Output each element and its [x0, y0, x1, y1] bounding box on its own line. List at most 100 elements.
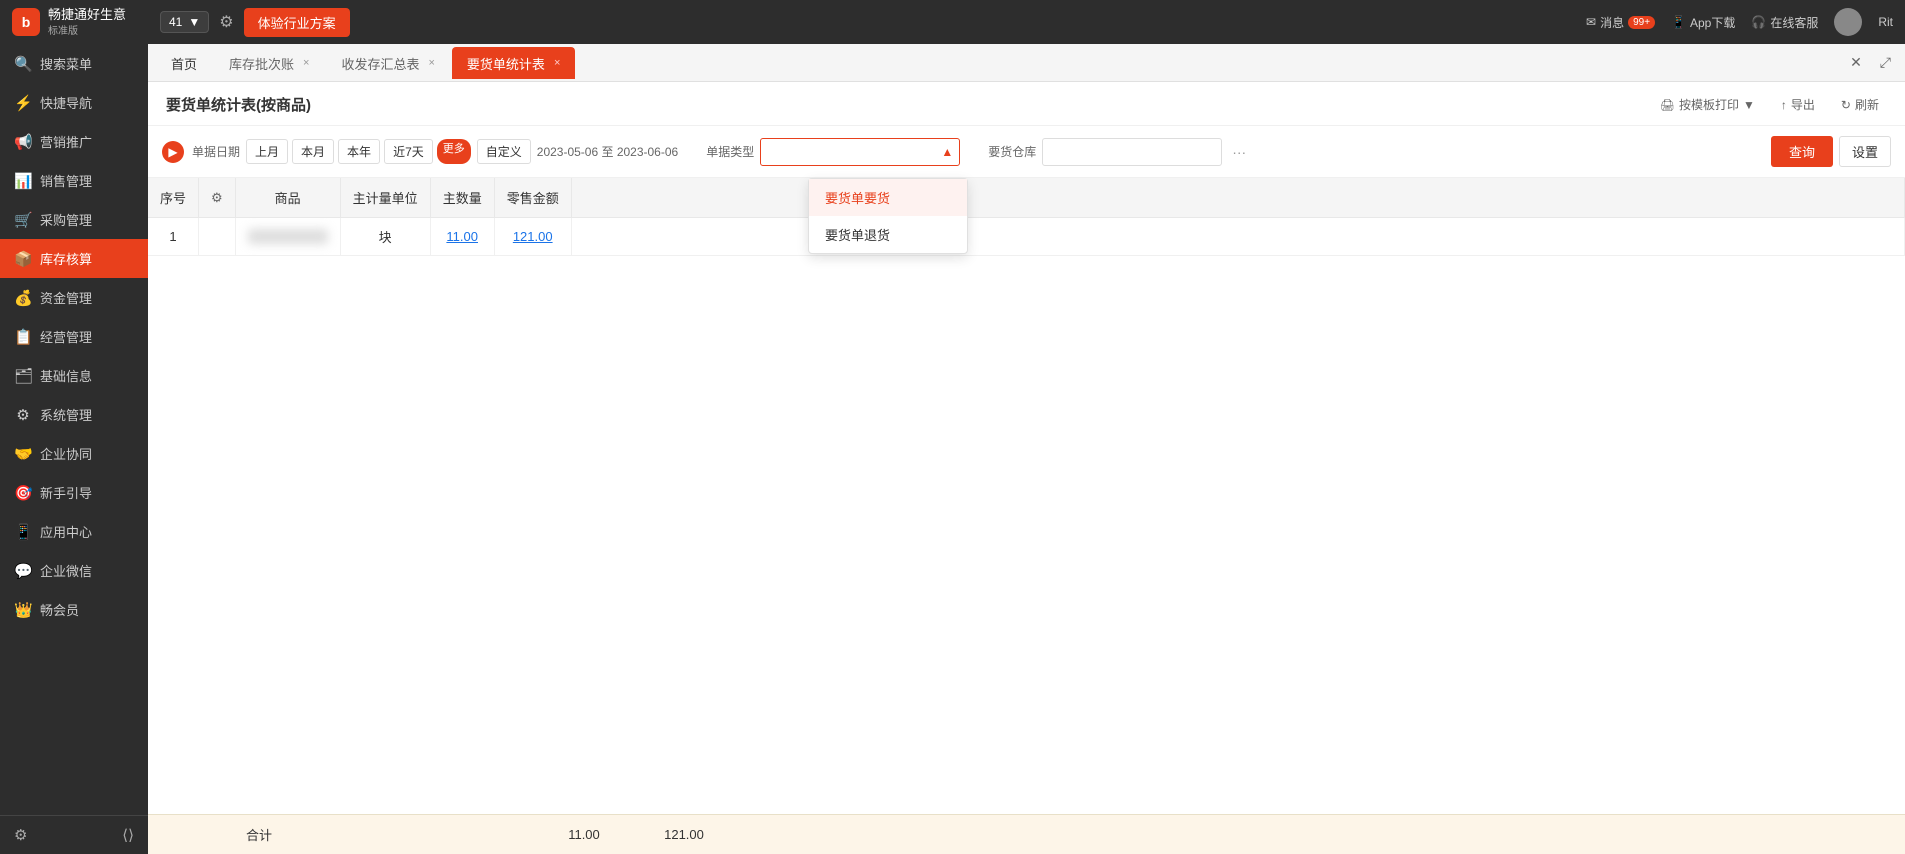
- print-icon: 🖨: [1660, 98, 1675, 112]
- query-button[interactable]: 查询: [1771, 136, 1833, 167]
- filter-expand-btn[interactable]: ▶: [162, 141, 184, 163]
- sidebar-label-inventory: 库存核算: [40, 249, 92, 268]
- guide-icon: 🎯: [14, 484, 32, 502]
- footer-amount: 121.00: [664, 827, 704, 842]
- cell-index: 1: [148, 218, 199, 256]
- sidebar-label-search: 搜索菜单: [40, 54, 92, 73]
- date-more-badge[interactable]: 更多: [437, 139, 471, 164]
- tab-order-summary[interactable]: 要货单统计表 ×: [452, 47, 575, 79]
- cell-settings: [199, 218, 236, 256]
- trial-button[interactable]: 体验行业方案: [244, 8, 350, 37]
- sidebar-item-wechat[interactable]: 💬 企业微信: [0, 551, 148, 590]
- warehouse-more-icon[interactable]: ···: [1232, 144, 1246, 160]
- sidebar-item-coop[interactable]: 🤝 企业协同: [0, 434, 148, 473]
- sidebar-item-vip[interactable]: 👑 畅会员: [0, 590, 148, 629]
- tab-home[interactable]: 首页: [156, 47, 212, 79]
- sidebar-item-marketing[interactable]: 📢 营销推广: [0, 122, 148, 161]
- warehouse-input[interactable]: [1042, 138, 1222, 166]
- dropdown-item-return[interactable]: 要货单退货: [809, 216, 967, 253]
- footer-label: 合计: [246, 828, 272, 843]
- date-btn-this-year[interactable]: 本年: [338, 139, 380, 164]
- data-table: 序号 ⚙ 商品 主计量单位 主数量 零售金额 1: [148, 178, 1905, 256]
- sidebar-item-basic[interactable]: 🗂 基础信息: [0, 356, 148, 395]
- sidebar-item-guide[interactable]: 🎯 新手引导: [0, 473, 148, 512]
- print-chevron-icon: ▼: [1743, 98, 1755, 112]
- tab-recv-summary-close[interactable]: ×: [428, 57, 434, 69]
- th-settings[interactable]: ⚙: [199, 178, 236, 218]
- sidebar-item-purchase[interactable]: 🛒 采购管理: [0, 200, 148, 239]
- export-btn[interactable]: ↑ 导出: [1773, 92, 1823, 117]
- sidebar-item-apps[interactable]: 📱 应用中心: [0, 512, 148, 551]
- tab-inventory-batch[interactable]: 库存批次账 ×: [214, 47, 324, 79]
- refresh-label: 刷新: [1855, 96, 1879, 113]
- cell-qty[interactable]: 11.00: [430, 218, 494, 256]
- export-icon: ↑: [1781, 98, 1787, 112]
- th-index: 序号: [148, 178, 199, 218]
- type-select-arrow-icon[interactable]: ▲: [935, 145, 959, 159]
- dropdown-item-order[interactable]: 要货单要货: [809, 179, 967, 216]
- tab-order-summary-close[interactable]: ×: [554, 57, 560, 69]
- online-service-btn[interactable]: 🎧 在线客服: [1751, 14, 1818, 31]
- sidebar-item-system[interactable]: ⚙ 系统管理: [0, 395, 148, 434]
- shortcut-icon: ⚡: [14, 94, 32, 112]
- date-btn-7days[interactable]: 近7天: [384, 139, 433, 164]
- cell-empty: [571, 218, 1904, 256]
- app-logo: b: [12, 8, 40, 36]
- username: Rit: [1878, 15, 1893, 29]
- date-btn-custom[interactable]: 自定义: [477, 139, 531, 164]
- date-btn-this-month[interactable]: 本月: [292, 139, 334, 164]
- sidebar-bottom: ⚙ ⟨⟩: [0, 815, 148, 854]
- date-filter-label: 单据日期: [192, 143, 240, 160]
- sidebar-item-shortcut[interactable]: ⚡ 快捷导航: [0, 83, 148, 122]
- cell-amount[interactable]: 121.00: [494, 218, 571, 256]
- tab-expand-icon[interactable]: ⤢: [1874, 51, 1897, 74]
- cell-product: ████████: [235, 218, 340, 256]
- refresh-icon: ↻: [1841, 98, 1851, 112]
- sidebar-item-search[interactable]: 🔍 搜索菜单: [0, 44, 148, 83]
- sidebar-label-system: 系统管理: [40, 405, 92, 424]
- sidebar-label-operation: 经营管理: [40, 327, 92, 346]
- marketing-icon: 📢: [14, 133, 32, 151]
- tab-recv-summary[interactable]: 收发存汇总表 ×: [326, 47, 449, 79]
- app-download-btn[interactable]: 📱 App下载: [1671, 14, 1735, 31]
- type-filter-label: 单据类型: [706, 143, 754, 160]
- th-product: 商品: [235, 178, 340, 218]
- sidebar-item-operation[interactable]: 📋 经营管理: [0, 317, 148, 356]
- refresh-btn[interactable]: ↻ 刷新: [1833, 92, 1887, 117]
- sidebar-label-coop: 企业协同: [40, 444, 92, 463]
- message-btn[interactable]: ✉ 消息 99+: [1586, 14, 1655, 31]
- sidebar-item-finance[interactable]: 💰 资金管理: [0, 278, 148, 317]
- warehouse-filter-group: 要货仓库 ···: [988, 138, 1246, 166]
- tab-inventory-batch-close[interactable]: ×: [303, 57, 309, 69]
- th-empty: [571, 178, 1904, 218]
- footer-qty: 11.00: [568, 827, 600, 842]
- basic-icon: 🗂: [14, 367, 32, 385]
- sidebar-label-apps: 应用中心: [40, 522, 92, 541]
- coop-icon: 🤝: [14, 445, 32, 463]
- vip-icon: 👑: [14, 601, 32, 619]
- date-buttons: 上月 本月 本年 近7天 更多: [246, 139, 471, 164]
- sidebar-collapse-icon[interactable]: ⟨⟩: [122, 826, 134, 844]
- settings-icon[interactable]: ⚙: [219, 12, 233, 32]
- type-select-input[interactable]: [761, 145, 935, 159]
- tab-bar-right: ✕ ⤢: [1844, 51, 1897, 74]
- tab-recv-summary-label: 收发存汇总表: [341, 54, 419, 73]
- avatar[interactable]: [1834, 8, 1862, 36]
- tab-close-all-icon[interactable]: ✕: [1844, 51, 1868, 74]
- date-btn-last-month[interactable]: 上月: [246, 139, 288, 164]
- page-content: 要货单统计表(按商品) 🖨 按模板打印 ▼ ↑ 导出 ↻ 刷新: [148, 82, 1905, 854]
- top-right: ✉ 消息 99+ 📱 App下载 🎧 在线客服 Rit: [1586, 8, 1893, 36]
- sidebar-label-finance: 资金管理: [40, 288, 92, 307]
- th-amount: 零售金额: [494, 178, 571, 218]
- filter-right-buttons: 查询 设置: [1771, 136, 1891, 167]
- version-select[interactable]: 41 ▼: [160, 11, 209, 33]
- type-select-box[interactable]: ▲: [760, 138, 960, 166]
- print-template-btn[interactable]: 🖨 按模板打印 ▼: [1652, 92, 1763, 117]
- settings-button[interactable]: 设置: [1839, 136, 1891, 167]
- sidebar-label-purchase: 采购管理: [40, 210, 92, 229]
- sidebar-item-inventory[interactable]: 📦 库存核算: [0, 239, 148, 278]
- sidebar-settings-icon[interactable]: ⚙: [14, 826, 27, 844]
- sidebar-item-sales[interactable]: 📊 销售管理: [0, 161, 148, 200]
- warehouse-label: 要货仓库: [988, 143, 1036, 160]
- filter-bar: ▶ 单据日期 上月 本月 本年 近7天 更多 自定义 2023-05-06 至 …: [148, 126, 1905, 178]
